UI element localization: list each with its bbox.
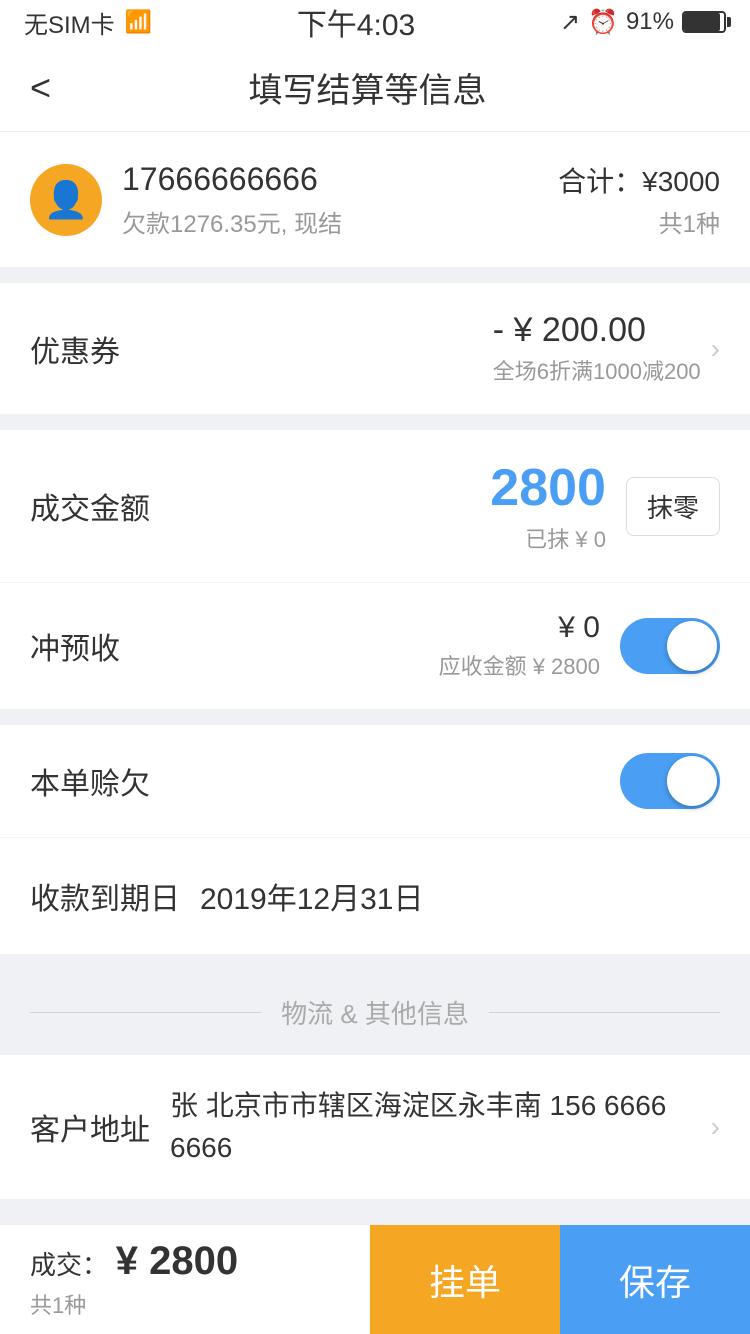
bottom-deal-count: 共1种	[30, 1288, 340, 1320]
coupon-right: - ¥ 200.00 全场6折满1000减200 ›	[493, 311, 720, 386]
customer-debt: 欠款1276.35元, 现结	[122, 204, 342, 239]
status-bar: 无SIM卡 📶 下午4:03 ↗ ⏰ 91%	[0, 0, 750, 44]
address-value: 张 北京市市辖区海淀区永丰南 156 6666 6666	[170, 1085, 711, 1169]
carrier-text: 无SIM卡	[24, 5, 115, 40]
precollect-value: ¥ 0	[439, 611, 600, 645]
due-date-value: 2019年12月31日	[200, 874, 423, 918]
bottom-deal-label: 成交：	[30, 1250, 108, 1280]
debt-toggle[interactable]	[620, 753, 720, 809]
due-date-label: 收款到期日	[30, 874, 180, 918]
due-date-row: 收款到期日 2019年12月31日	[0, 838, 750, 954]
content-area: 👤 17666666666 欠款1276.35元, 现结 合计：¥3000 共1…	[0, 132, 750, 1319]
status-time: 下午4:03	[297, 0, 415, 44]
logistics-divider-text: 物流 & 其他信息	[281, 994, 469, 1031]
back-button[interactable]: <	[30, 67, 71, 109]
status-right: ↗ ⏰ 91%	[560, 8, 726, 37]
precollect-info: ¥ 0 应收金额 ¥ 2800	[439, 611, 600, 681]
address-label: 客户地址	[30, 1105, 150, 1149]
total-label-value: 合计：¥3000	[558, 160, 720, 200]
total-count: 共1种	[558, 204, 720, 239]
coupon-value: - ¥ 200.00	[493, 311, 701, 350]
save-button[interactable]: 保存	[560, 1225, 750, 1334]
coupon-info: - ¥ 200.00 全场6折满1000减200	[493, 311, 701, 386]
total-label: 合计：	[558, 166, 642, 197]
precollect-sub: 应收金额 ¥ 2800	[439, 649, 600, 681]
bottom-deal-line: 成交： ¥ 2800	[30, 1239, 340, 1284]
precollect-label: 冲预收	[30, 624, 120, 668]
deal-section: 成交金额 2800 已抹 ¥ 0 抹零 冲预收 ¥ 0 应收金额 ¥ 2800	[0, 430, 750, 709]
nav-bar: < 填写结算等信息	[0, 44, 750, 132]
battery-text: 91%	[626, 8, 674, 36]
precollect-right: ¥ 0 应收金额 ¥ 2800	[439, 611, 720, 681]
bottom-summary: 成交： ¥ 2800 共1种	[0, 1239, 370, 1320]
debt-toggle-knob	[667, 756, 717, 806]
pending-button[interactable]: 挂单	[370, 1225, 560, 1334]
coupon-desc: 全场6折满1000减200	[493, 354, 701, 386]
status-left: 无SIM卡 📶	[24, 5, 152, 40]
round-button[interactable]: 抹零	[626, 477, 720, 536]
avatar: 👤	[30, 164, 102, 236]
total-value: ¥3000	[642, 166, 720, 197]
precollect-row: 冲预收 ¥ 0 应收金额 ¥ 2800	[0, 583, 750, 709]
deal-amount-value: 2800	[490, 458, 606, 518]
customer-info: 17666666666 欠款1276.35元, 现结	[122, 161, 342, 239]
coupon-label: 优惠券	[30, 327, 120, 371]
deal-amount-sub: 已抹 ¥ 0	[490, 522, 606, 554]
precollect-toggle[interactable]	[620, 618, 720, 674]
customer-card: 👤 17666666666 欠款1276.35元, 现结 合计：¥3000 共1…	[0, 132, 750, 267]
page-title: 填写结算等信息	[71, 63, 664, 112]
customer-right: 合计：¥3000 共1种	[558, 160, 720, 239]
wifi-icon: 📶	[125, 9, 152, 35]
alarm-icon: ⏰	[588, 8, 618, 37]
address-row[interactable]: 客户地址 张 北京市市辖区海淀区永丰南 156 6666 6666 ›	[0, 1055, 750, 1199]
battery-icon	[682, 11, 726, 33]
customer-phone: 17666666666	[122, 161, 342, 198]
deal-amount-info: 2800 已抹 ¥ 0	[490, 458, 606, 554]
chevron-right-icon: ›	[711, 333, 720, 365]
debt-row: 本单赊欠	[0, 725, 750, 838]
debt-section: 本单赊欠 收款到期日 2019年12月31日	[0, 725, 750, 954]
bottom-deal-value: ¥ 2800	[116, 1239, 238, 1283]
debt-label: 本单赊欠	[30, 759, 150, 803]
debt-right	[620, 753, 720, 809]
address-chevron-icon: ›	[711, 1111, 720, 1143]
logistics-divider: 物流 & 其他信息	[0, 970, 750, 1055]
deal-amount-label: 成交金额	[30, 484, 150, 528]
customer-left: 👤 17666666666 欠款1276.35元, 现结	[30, 161, 342, 239]
coupon-row[interactable]: 优惠券 - ¥ 200.00 全场6折满1000减200 ›	[0, 283, 750, 414]
location-icon: ↗	[560, 8, 580, 37]
deal-amount-right: 2800 已抹 ¥ 0 抹零	[490, 458, 720, 554]
deal-amount-row: 成交金额 2800 已抹 ¥ 0 抹零	[0, 430, 750, 583]
toggle-knob	[667, 621, 717, 671]
bottom-bar: 成交： ¥ 2800 共1种 挂单 保存	[0, 1224, 750, 1334]
